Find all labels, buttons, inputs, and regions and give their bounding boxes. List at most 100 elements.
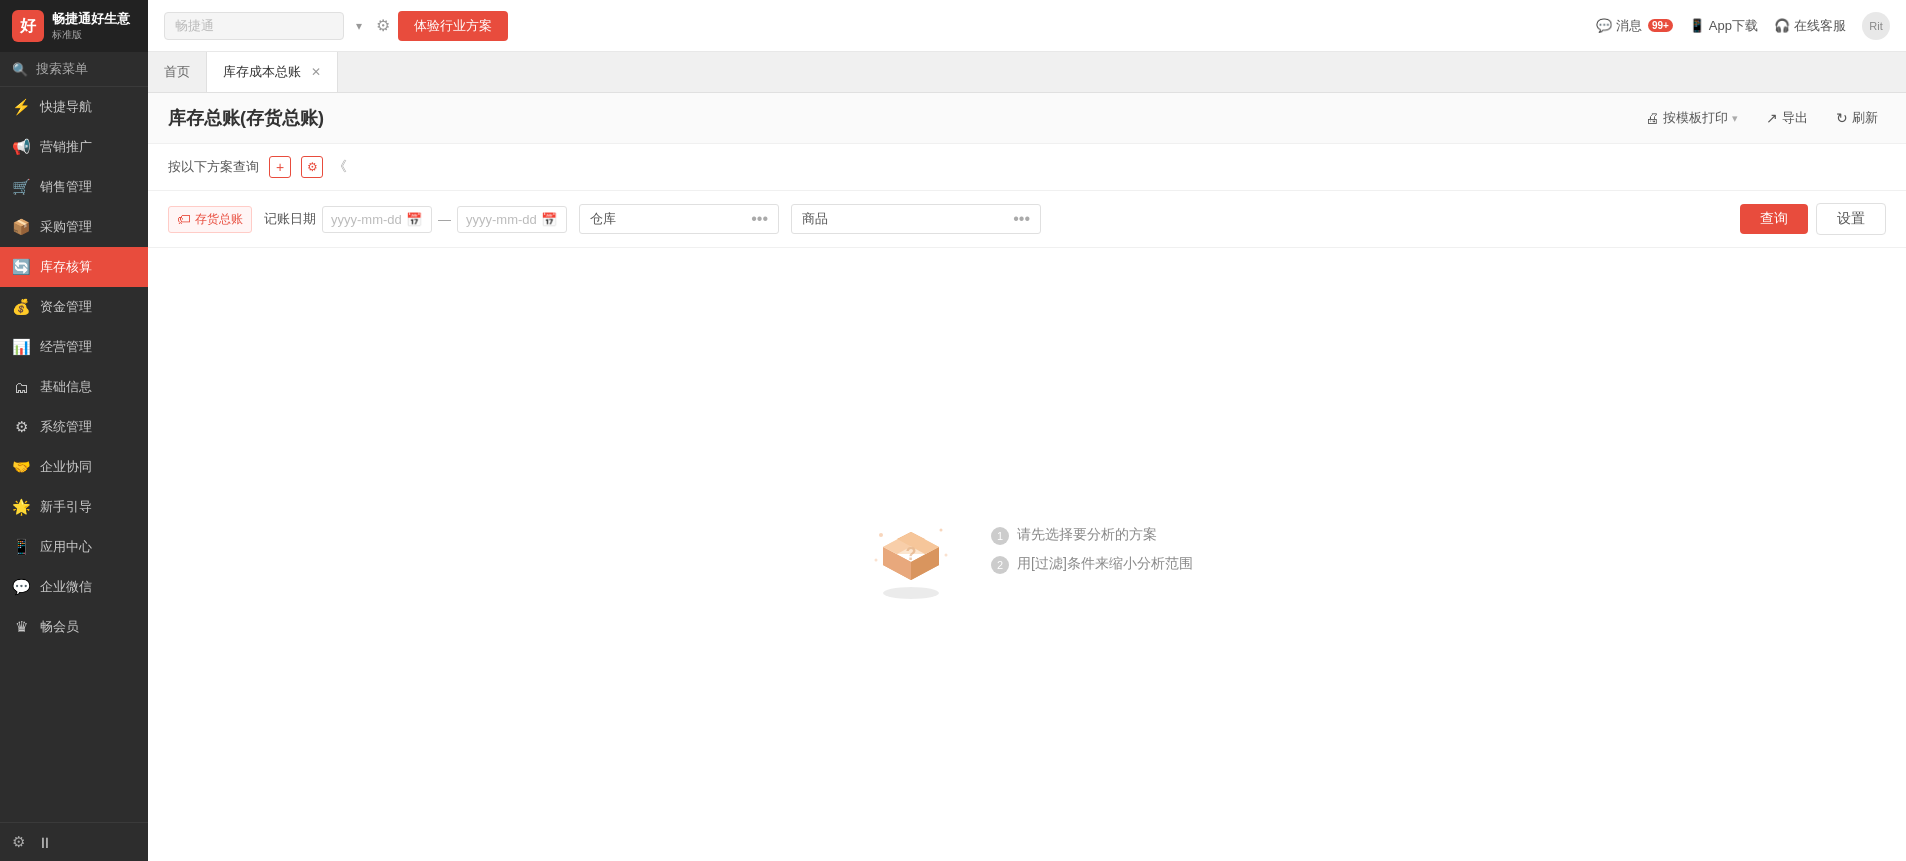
export-btn[interactable]: ↗ 导出 [1758, 105, 1816, 131]
refresh-btn[interactable]: ↻ 刷新 [1828, 105, 1886, 131]
sidebar-item-label: 销售管理 [40, 178, 136, 196]
empty-text: 1 请先选择要分析的方案 2 用[过滤]条件来缩小分析范围 [991, 526, 1193, 584]
sidebar-item-inventory[interactable]: 🔄 库存核算 [0, 247, 148, 287]
goods-label: 商品 [802, 210, 828, 228]
phone-icon: 📱 [1689, 18, 1705, 33]
scheme-tag[interactable]: 🏷 存货总账 [168, 206, 252, 233]
user-avatar[interactable]: Rit [1862, 12, 1890, 40]
date-end-value: yyyy-mm-dd [466, 212, 537, 227]
goods-input[interactable]: 商品 ••• [791, 204, 1041, 234]
marketing-icon: 📢 [12, 138, 30, 156]
empty-step1-label: 请先选择要分析的方案 [1017, 526, 1157, 544]
sidebar-item-guide[interactable]: 🌟 新手引导 [0, 487, 148, 527]
scheme-tag-label: 存货总账 [195, 211, 243, 228]
topbar-right: 💬 消息 99+ 📱 App下载 🎧 在线客服 Rit [1596, 12, 1890, 40]
purchase-icon: 📦 [12, 218, 30, 236]
sidebar-item-label: 企业协同 [40, 458, 136, 476]
page-header-actions: 🖨 按模板打印 ▾ ↗ 导出 ↻ 刷新 [1637, 105, 1886, 131]
filter-row: 🏷 存货总账 记账日期 yyyy-mm-dd 📅 — yyyy-mm-dd 📅 … [148, 191, 1906, 248]
sidebar-item-marketing[interactable]: 📢 营销推广 [0, 127, 148, 167]
sidebar-item-enterprise[interactable]: 🤝 企业协同 [0, 447, 148, 487]
avatar-text: Rit [1869, 20, 1882, 32]
member-icon: ♛ [12, 618, 30, 636]
sidebar-footer: ⚙ ⏸ [0, 822, 148, 861]
main-content: 畅捷通 ▾ ⚙ 体验行业方案 💬 消息 99+ 📱 App下载 🎧 在线客服 R… [148, 0, 1906, 861]
industry-btn[interactable]: 体验行业方案 [398, 11, 508, 41]
sidebar-item-label: 库存核算 [40, 258, 136, 276]
calendar-start-icon: 📅 [406, 212, 422, 227]
sidebar-item-label: 快捷导航 [40, 98, 136, 116]
date-end-input[interactable]: yyyy-mm-dd 📅 [457, 206, 567, 233]
empty-step-2: 2 用[过滤]条件来缩小分析范围 [991, 555, 1193, 574]
topbar-gear-icon[interactable]: ⚙ [376, 16, 390, 35]
query-btn[interactable]: 查询 [1740, 204, 1808, 234]
step-num-1: 1 [991, 527, 1009, 545]
empty-step2-label: 用[过滤]条件来缩小分析范围 [1017, 555, 1193, 573]
sidebar-item-label: 企业微信 [40, 578, 136, 596]
settings-icon[interactable]: ⚙ [12, 833, 25, 851]
tab-home-label: 首页 [164, 63, 190, 81]
headset-icon: 🎧 [1774, 18, 1790, 33]
sidebar-search[interactable]: 🔍 搜索菜单 [0, 52, 148, 87]
svg-text:?: ? [906, 544, 917, 564]
filter-label: 按以下方案查询 [168, 158, 259, 176]
date-start-input[interactable]: yyyy-mm-dd 📅 [322, 206, 432, 233]
topbar-input-value: 畅捷通 [175, 17, 214, 35]
sidebar-item-label: 采购管理 [40, 218, 136, 236]
sidebar-item-label: 营销推广 [40, 138, 136, 156]
topbar-chevron-icon[interactable]: ▾ [356, 19, 362, 33]
basic-icon: 🗂 [12, 379, 30, 396]
svg-point-11 [875, 558, 878, 561]
date-start-value: yyyy-mm-dd [331, 212, 402, 227]
print-template-btn[interactable]: 🖨 按模板打印 ▾ [1637, 105, 1746, 131]
date-separator: — [438, 212, 451, 227]
sidebar-item-operation[interactable]: 📊 经营管理 [0, 327, 148, 367]
step-num-2: 2 [991, 556, 1009, 574]
sidebar-item-finance[interactable]: 💰 资金管理 [0, 287, 148, 327]
warehouse-input[interactable]: 仓库 ••• [579, 204, 779, 234]
calendar-end-icon: 📅 [541, 212, 557, 227]
tab-home[interactable]: 首页 [148, 52, 207, 92]
sidebar-item-member[interactable]: ♛ 畅会员 [0, 607, 148, 647]
filter-area: 按以下方案查询 + ⚙ 《 [148, 144, 1906, 191]
apps-icon: 📱 [12, 538, 30, 556]
sidebar-item-label: 系统管理 [40, 418, 136, 436]
export-label: 导出 [1782, 109, 1808, 127]
setting-btn[interactable]: 设置 [1816, 203, 1886, 235]
sidebar-item-label: 资金管理 [40, 298, 136, 316]
sidebar-item-sales[interactable]: 🛒 销售管理 [0, 167, 148, 207]
sidebar-item-label: 应用中心 [40, 538, 136, 556]
wechat-icon: 💬 [12, 578, 30, 596]
online-service-btn[interactable]: 🎧 在线客服 [1774, 17, 1846, 35]
logo-main-text: 畅捷通好生意 [52, 10, 130, 28]
message-icon: 💬 [1596, 18, 1612, 33]
finance-icon: 💰 [12, 298, 30, 316]
empty-illustration: ? [861, 505, 961, 605]
refresh-label: 刷新 [1852, 109, 1878, 127]
sidebar-item-quick-nav[interactable]: ⚡ 快捷导航 [0, 87, 148, 127]
logo-icon: 好 [12, 10, 44, 42]
app-download-btn[interactable]: 📱 App下载 [1689, 17, 1758, 35]
logo-sub-text: 标准版 [52, 28, 130, 42]
sidebar-item-purchase[interactable]: 📦 采购管理 [0, 207, 148, 247]
page-area: 库存总账(存货总账) 🖨 按模板打印 ▾ ↗ 导出 ↻ 刷新 按以下方案查询 [148, 93, 1906, 861]
export-icon: ↗ [1766, 110, 1778, 126]
filter-add-btn[interactable]: + [269, 156, 291, 178]
tab-inventory-cost[interactable]: 库存成本总账 ✕ [207, 52, 338, 92]
svg-point-9 [940, 528, 943, 531]
sidebar-item-wechat[interactable]: 💬 企业微信 [0, 567, 148, 607]
message-btn[interactable]: 💬 消息 99+ [1596, 17, 1673, 35]
page-title: 库存总账(存货总账) [168, 106, 324, 130]
sidebar-search-label: 搜索菜单 [36, 60, 88, 78]
topbar-search-input[interactable]: 畅捷通 [164, 12, 344, 40]
filter-setting-btn[interactable]: ⚙ [301, 156, 323, 178]
tab-close-icon[interactable]: ✕ [311, 65, 321, 79]
sidebar-item-system[interactable]: ⚙ 系统管理 [0, 407, 148, 447]
sidebar-item-apps[interactable]: 📱 应用中心 [0, 527, 148, 567]
filter-collapse-icon[interactable]: 《 [333, 158, 347, 176]
collapse-icon[interactable]: ⏸ [37, 834, 52, 851]
sidebar-item-basic[interactable]: 🗂 基础信息 [0, 367, 148, 407]
enterprise-icon: 🤝 [12, 458, 30, 476]
print-chevron-icon: ▾ [1732, 112, 1738, 125]
quick-nav-icon: ⚡ [12, 98, 30, 116]
